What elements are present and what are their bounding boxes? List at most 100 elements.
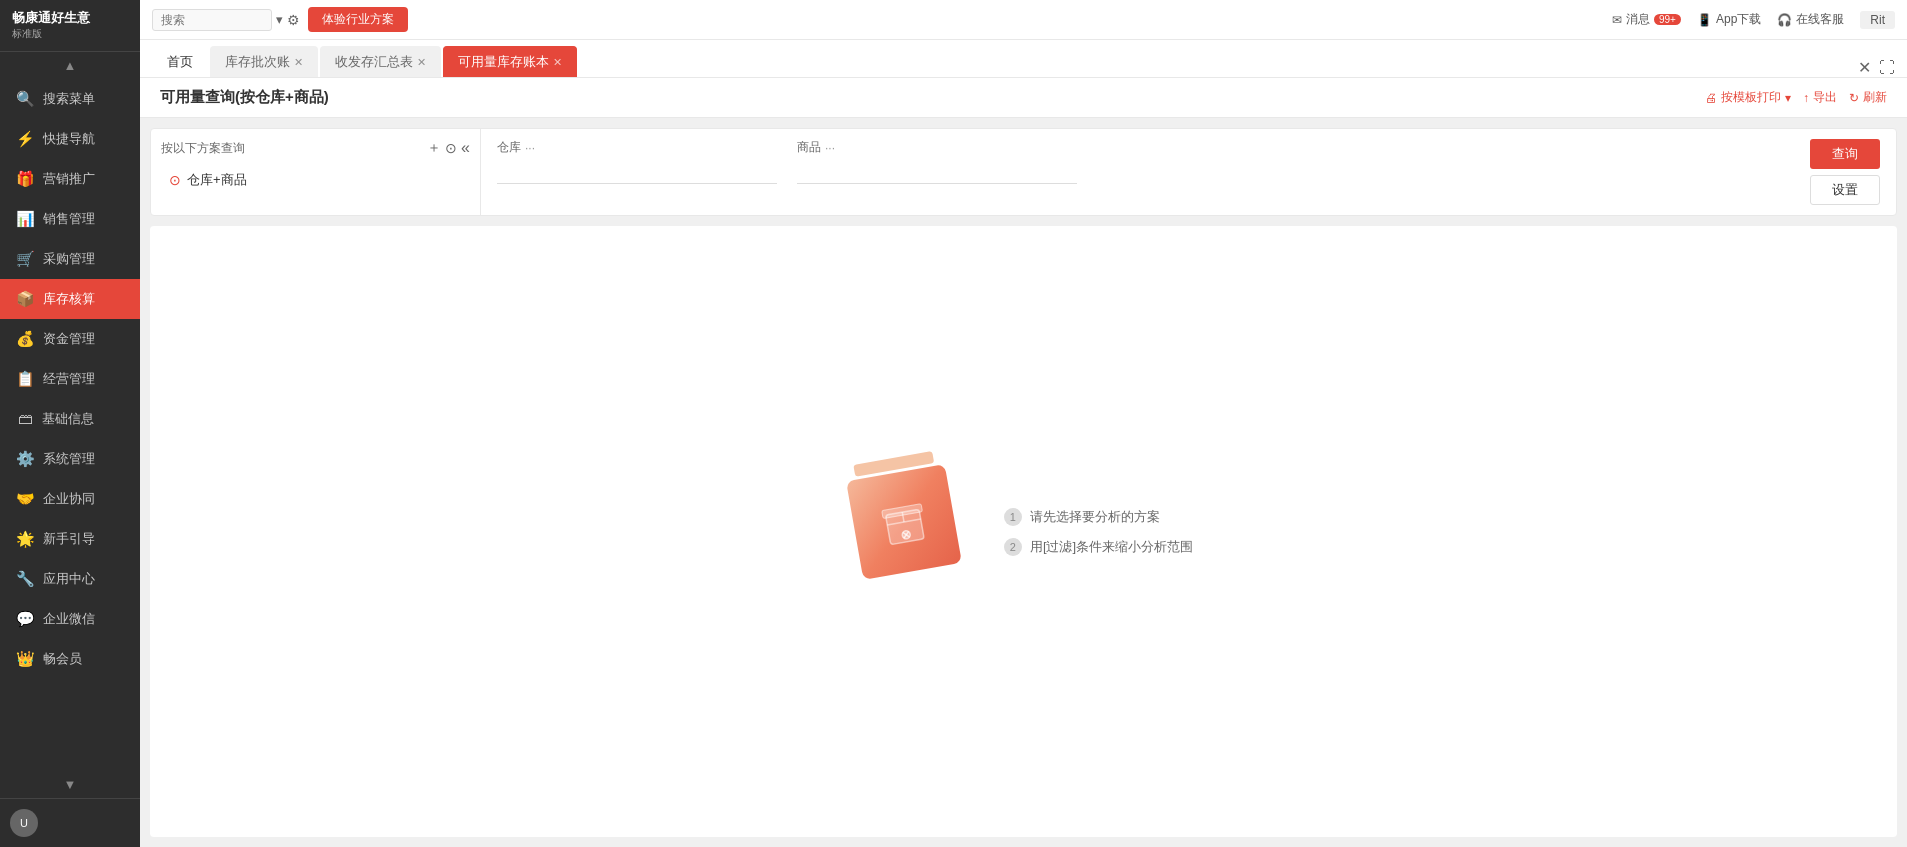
sidebar-item-wechat[interactable]: 💬 企业微信 xyxy=(0,599,140,639)
schema-item-label: 仓库+商品 xyxy=(187,171,247,189)
sidebar-item-label: 资金管理 xyxy=(43,330,95,348)
box-icon xyxy=(875,493,933,551)
empty-box-graphic xyxy=(846,464,962,580)
message-badge: 99+ xyxy=(1654,14,1681,25)
inventory-icon: 📦 xyxy=(16,290,35,308)
tab-batch-close[interactable]: ✕ xyxy=(294,56,303,69)
refresh-btn[interactable]: ↻ 刷新 xyxy=(1849,89,1887,106)
industry-btn[interactable]: 体验行业方案 xyxy=(308,7,408,32)
tab-batch-label: 库存批次账 xyxy=(225,53,290,71)
warehouse-label-text: 仓库 xyxy=(497,139,521,156)
online-service-btn[interactable]: 🎧 在线客服 xyxy=(1777,11,1844,28)
top-header: ▾ ⚙ 体验行业方案 ✉ 消息 99+ 📱 App下载 🎧 在线客服 Rit xyxy=(140,0,1907,40)
sidebar-item-appcenter[interactable]: 🔧 应用中心 xyxy=(0,559,140,599)
warehouse-input[interactable] xyxy=(497,160,777,184)
warehouse-more-btn[interactable]: ··· xyxy=(525,141,535,155)
content-area: 可用量查询(按仓库+商品) 🖨 按模板打印 ▾ ↑ 导出 ↻ 刷新 xyxy=(140,78,1907,847)
sidebar-item-label: 库存核算 xyxy=(43,290,95,308)
finance-icon: 💰 xyxy=(16,330,35,348)
tab-summary-close[interactable]: ✕ xyxy=(417,56,426,69)
message-btn[interactable]: ✉ 消息 99+ xyxy=(1612,11,1681,28)
tab-expand-btn[interactable]: ⛶ xyxy=(1879,59,1895,77)
tab-home-label: 首页 xyxy=(167,53,193,71)
user-profile-btn[interactable]: Rit xyxy=(1860,11,1895,29)
sales-icon: 📊 xyxy=(16,210,35,228)
query-button[interactable]: 查询 xyxy=(1810,139,1880,169)
sidebar-item-operations[interactable]: 📋 经营管理 xyxy=(0,359,140,399)
tab-batch[interactable]: 库存批次账 ✕ xyxy=(210,46,318,77)
goods-field: 商品 ··· xyxy=(797,139,1077,184)
message-label: 消息 xyxy=(1626,11,1650,28)
goods-more-btn[interactable]: ··· xyxy=(825,141,835,155)
enterprise-icon: 🤝 xyxy=(16,490,35,508)
message-icon: ✉ xyxy=(1612,13,1622,27)
goods-field-label: 商品 ··· xyxy=(797,139,1077,156)
schema-item-warehouse-goods[interactable]: ⊙ 仓库+商品 xyxy=(161,165,470,195)
service-label: 在线客服 xyxy=(1796,11,1844,28)
sidebar-item-inventory[interactable]: 📦 库存核算 xyxy=(0,279,140,319)
sidebar-item-member[interactable]: 👑 畅会员 xyxy=(0,639,140,679)
service-icon: 🎧 xyxy=(1777,13,1792,27)
sidebar-item-marketing[interactable]: 🎁 营销推广 xyxy=(0,159,140,199)
query-panel: 按以下方案查询 ＋ ⊙ « ⊙ 仓库+商品 仓库 ··· xyxy=(150,128,1897,216)
tab-available[interactable]: 可用量库存账本 ✕ xyxy=(443,46,577,77)
sidebar-item-purchase[interactable]: 🛒 采购管理 xyxy=(0,239,140,279)
warehouse-field-label: 仓库 ··· xyxy=(497,139,777,156)
export-icon: ↑ xyxy=(1803,91,1809,105)
collapse-panel-btn[interactable]: « xyxy=(461,139,470,157)
settings-button[interactable]: 设置 xyxy=(1810,175,1880,205)
marketing-icon: 🎁 xyxy=(16,170,35,188)
sidebar-item-label: 企业协同 xyxy=(43,490,95,508)
sidebar-item-label: 基础信息 xyxy=(42,410,94,428)
sidebar-nav: 🔍 搜索菜单 ⚡ 快捷导航 🎁 营销推广 📊 销售管理 🛒 采购管理 📦 库存核… xyxy=(0,79,140,771)
app-download-btn[interactable]: 📱 App下载 xyxy=(1697,11,1761,28)
hint-num-2: 2 xyxy=(1004,538,1022,556)
schema-settings-btn[interactable]: ⊙ xyxy=(445,139,457,157)
avatar[interactable]: U xyxy=(10,809,38,837)
scroll-up-btn[interactable]: ▲ xyxy=(0,52,140,79)
sidebar-item-shortcut[interactable]: ⚡ 快捷导航 xyxy=(0,119,140,159)
sidebar-item-sales[interactable]: 📊 销售管理 xyxy=(0,199,140,239)
shortcut-icon: ⚡ xyxy=(16,130,35,148)
sidebar-item-enterprise[interactable]: 🤝 企业协同 xyxy=(0,479,140,519)
scroll-down-btn[interactable]: ▼ xyxy=(0,771,140,798)
header-right: ✉ 消息 99+ 📱 App下载 🎧 在线客服 Rit xyxy=(1612,11,1895,29)
sidebar-item-finance[interactable]: 💰 资金管理 xyxy=(0,319,140,359)
schema-item-icon: ⊙ xyxy=(169,172,181,188)
goods-label-text: 商品 xyxy=(797,139,821,156)
tab-home[interactable]: 首页 xyxy=(152,46,208,77)
sidebar-item-label: 应用中心 xyxy=(43,570,95,588)
export-btn[interactable]: ↑ 导出 xyxy=(1803,89,1837,106)
tab-available-label: 可用量库存账本 xyxy=(458,53,549,71)
add-schema-btn[interactable]: ＋ xyxy=(427,139,441,157)
empty-state: 1 请先选择要分析的方案 2 用[过滤]条件来缩小分析范围 xyxy=(150,226,1897,837)
purchase-icon: 🛒 xyxy=(16,250,35,268)
operations-icon: 📋 xyxy=(16,370,35,388)
query-schema-title: 按以下方案查询 xyxy=(161,140,245,157)
tab-bar-extra: ✕ ⛶ xyxy=(1858,58,1895,77)
refresh-label: 刷新 xyxy=(1863,89,1887,106)
print-label: 按模板打印 xyxy=(1721,89,1781,106)
sidebar-item-basic[interactable]: 🗃 基础信息 xyxy=(0,399,140,439)
print-btn[interactable]: 🖨 按模板打印 ▾ xyxy=(1705,89,1791,106)
sidebar-item-label: 畅会员 xyxy=(43,650,82,668)
print-icon: 🖨 xyxy=(1705,91,1717,105)
print-dropdown-icon: ▾ xyxy=(1785,91,1791,105)
sidebar-item-system[interactable]: ⚙️ 系统管理 xyxy=(0,439,140,479)
tab-available-close[interactable]: ✕ xyxy=(553,56,562,69)
member-icon: 👑 xyxy=(16,650,35,668)
sidebar-item-search[interactable]: 🔍 搜索菜单 xyxy=(0,79,140,119)
tab-summary-label: 收发存汇总表 xyxy=(335,53,413,71)
tab-close-btn[interactable]: ✕ xyxy=(1858,58,1871,77)
header-search-input[interactable] xyxy=(152,9,272,31)
refresh-icon: ↻ xyxy=(1849,91,1859,105)
warehouse-field: 仓库 ··· xyxy=(497,139,777,184)
search-icon: 🔍 xyxy=(16,90,35,108)
goods-input[interactable] xyxy=(797,160,1077,184)
tab-summary[interactable]: 收发存汇总表 ✕ xyxy=(320,46,441,77)
sidebar-item-newuser[interactable]: 🌟 新手引导 xyxy=(0,519,140,559)
empty-text-area: 1 请先选择要分析的方案 2 用[过滤]条件来缩小分析范围 xyxy=(1004,508,1193,556)
header-dropdown-btn[interactable]: ▾ xyxy=(276,12,283,27)
header-gear-btn[interactable]: ⚙ xyxy=(287,12,300,28)
tab-bar: 首页 库存批次账 ✕ 收发存汇总表 ✕ 可用量库存账本 ✕ ✕ ⛶ xyxy=(140,40,1907,78)
